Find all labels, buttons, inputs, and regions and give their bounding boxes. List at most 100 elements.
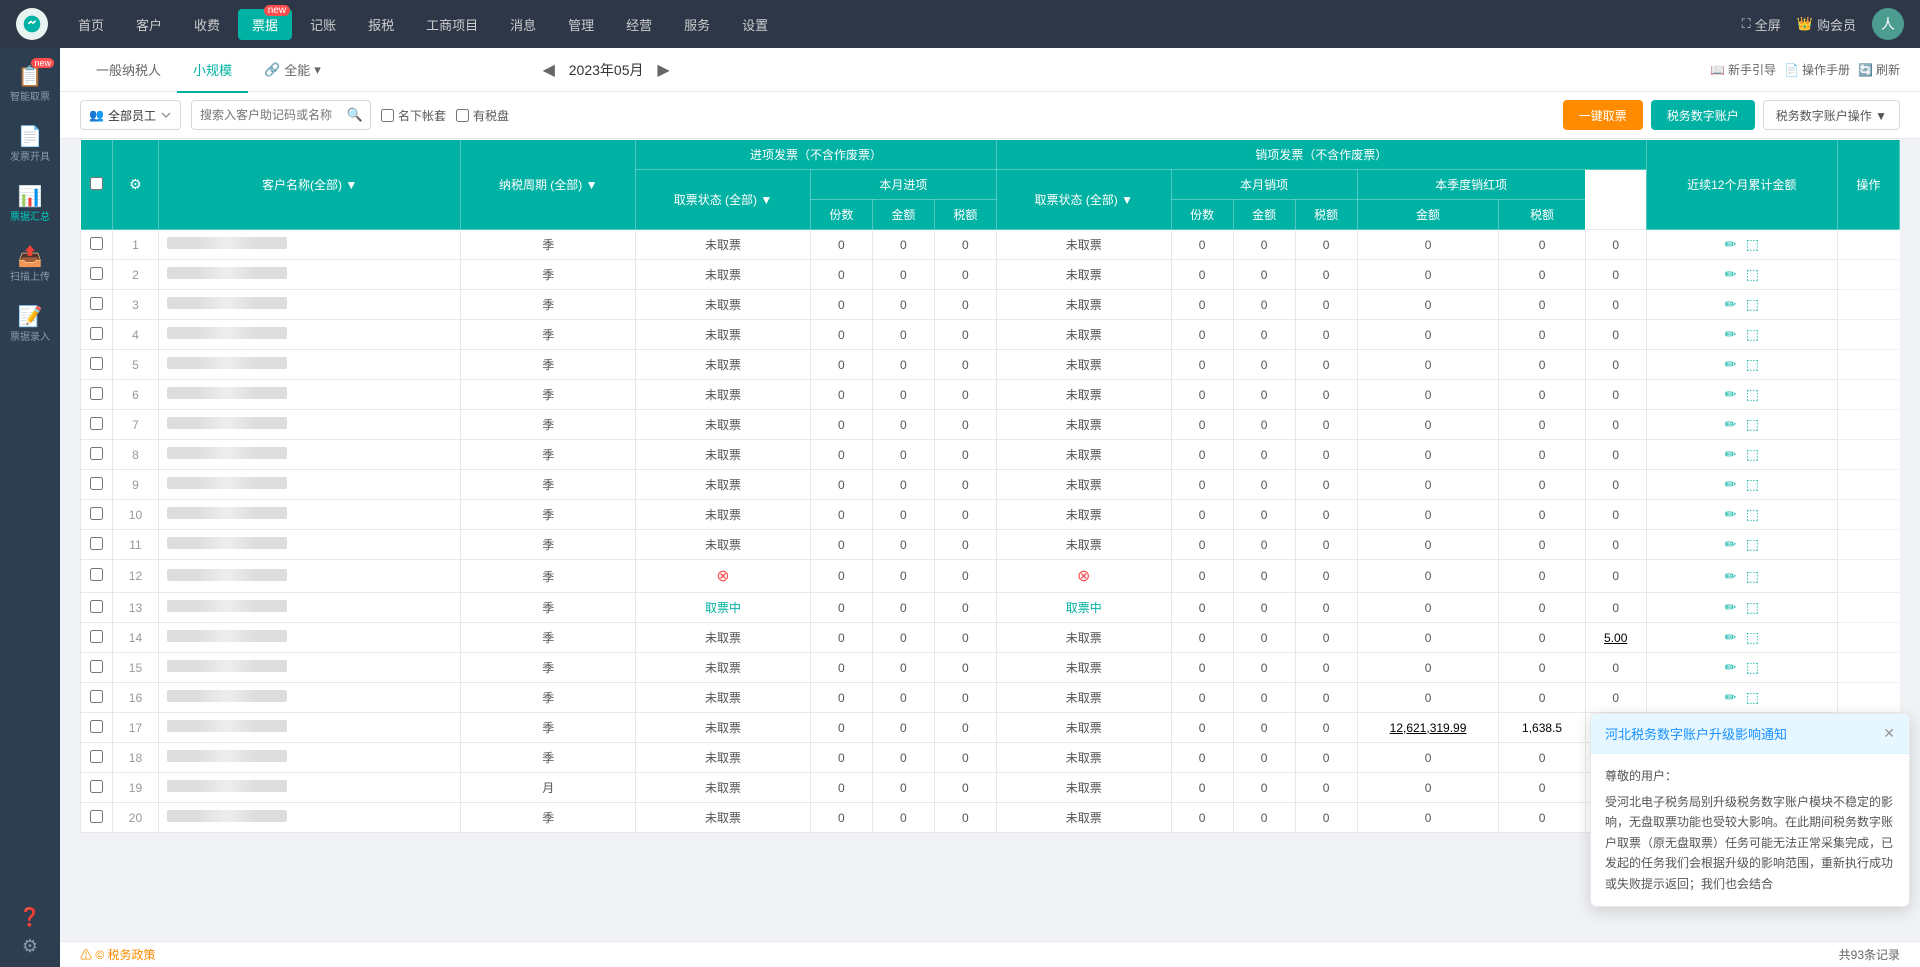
row-select-checkbox[interactable] bbox=[90, 810, 103, 823]
row-select-checkbox[interactable] bbox=[90, 297, 103, 310]
th-client[interactable]: 客户名称(全部) ▼ bbox=[158, 140, 460, 230]
table-row: 13 季 取票中 0 0 0 取票中 0 0 0 0 0 0 ✏ ⬚ bbox=[81, 593, 1900, 623]
ledger-filter-label[interactable]: 名下帐套 bbox=[381, 107, 446, 124]
edit-action-icon[interactable]: ✏ bbox=[1725, 506, 1737, 522]
edit-action-icon[interactable]: ✏ bbox=[1725, 476, 1737, 492]
nav-item-operation[interactable]: 经营 bbox=[612, 9, 666, 40]
edit-action-icon[interactable]: ✏ bbox=[1725, 536, 1737, 552]
tax-plate-filter-label[interactable]: 有税盘 bbox=[456, 107, 509, 124]
row-select-checkbox[interactable] bbox=[90, 477, 103, 490]
new-user-guide-link[interactable]: 📖 新手引导 bbox=[1710, 61, 1776, 78]
ledger-checkbox[interactable] bbox=[381, 109, 394, 122]
copy-action-icon[interactable]: ⬚ bbox=[1746, 446, 1759, 462]
row-select-checkbox[interactable] bbox=[90, 447, 103, 460]
tax-policy-link[interactable]: ⚠ © 税务政策 bbox=[80, 946, 156, 963]
row-select-checkbox[interactable] bbox=[90, 660, 103, 673]
fullscreen-button[interactable]: ⛶ 全屏 bbox=[1742, 15, 1781, 34]
edit-action-icon[interactable]: ✏ bbox=[1725, 659, 1737, 675]
th-sales-status[interactable]: 取票状态 (全部) ▼ bbox=[996, 170, 1171, 230]
nav-item-business[interactable]: 工商项目 bbox=[412, 9, 492, 40]
edit-action-icon[interactable]: ✏ bbox=[1725, 236, 1737, 252]
edit-action-icon[interactable]: ✏ bbox=[1725, 326, 1737, 342]
row-select-checkbox[interactable] bbox=[90, 750, 103, 763]
quick-ticket-button[interactable]: 一键取票 bbox=[1563, 100, 1643, 130]
edit-action-icon[interactable]: ✏ bbox=[1725, 266, 1737, 282]
row-select-checkbox[interactable] bbox=[90, 387, 103, 400]
row-select-checkbox[interactable] bbox=[90, 600, 103, 613]
row-select-checkbox[interactable] bbox=[90, 267, 103, 280]
sidebar-help[interactable]: ❓ bbox=[19, 907, 41, 928]
th-income-status[interactable]: 取票状态 (全部) ▼ bbox=[636, 170, 811, 230]
th-setting[interactable]: ⚙ bbox=[113, 140, 159, 230]
row-select-checkbox[interactable] bbox=[90, 630, 103, 643]
edit-action-icon[interactable]: ✏ bbox=[1725, 629, 1737, 645]
copy-action-icon[interactable]: ⬚ bbox=[1746, 326, 1759, 342]
edit-action-icon[interactable]: ✏ bbox=[1725, 296, 1737, 312]
edit-action-icon[interactable]: ✏ bbox=[1725, 568, 1737, 584]
row-select-checkbox[interactable] bbox=[90, 327, 103, 340]
copy-action-icon[interactable]: ⬚ bbox=[1746, 416, 1759, 432]
refresh-button[interactable]: 🔄 刷新 bbox=[1858, 61, 1900, 78]
sidebar-item-smart-ticket[interactable]: 📋 智能取票 new bbox=[2, 56, 58, 112]
copy-action-icon[interactable]: ⬚ bbox=[1746, 629, 1759, 645]
row-select-checkbox[interactable] bbox=[90, 417, 103, 430]
manual-link[interactable]: 📄 操作手册 bbox=[1784, 61, 1850, 78]
tab-general-taxpayer[interactable]: 一般纳税人 bbox=[80, 48, 177, 93]
member-button[interactable]: 👑 购会员 bbox=[1797, 15, 1856, 34]
edit-action-icon[interactable]: ✏ bbox=[1725, 356, 1737, 372]
tax-plate-checkbox[interactable] bbox=[456, 109, 469, 122]
nav-item-invoice[interactable]: 票据 new bbox=[238, 9, 292, 40]
search-input[interactable] bbox=[191, 100, 371, 130]
copy-action-icon[interactable]: ⬚ bbox=[1746, 536, 1759, 552]
prev-month-button[interactable]: ◀ bbox=[537, 58, 561, 82]
edit-action-icon[interactable]: ✏ bbox=[1725, 446, 1737, 462]
tab-small-scale[interactable]: 小规模 bbox=[177, 48, 248, 93]
copy-action-icon[interactable]: ⬚ bbox=[1746, 236, 1759, 252]
user-avatar[interactable]: 人 bbox=[1872, 8, 1904, 40]
edit-action-icon[interactable]: ✏ bbox=[1725, 689, 1737, 705]
tax-account-ops-button[interactable]: 税务数字账户操作 ▼ bbox=[1763, 100, 1900, 130]
copy-action-icon[interactable]: ⬚ bbox=[1746, 476, 1759, 492]
next-month-button[interactable]: ▶ bbox=[651, 58, 675, 82]
copy-action-icon[interactable]: ⬚ bbox=[1746, 506, 1759, 522]
row-select-checkbox[interactable] bbox=[90, 507, 103, 520]
employee-filter[interactable]: 👥 全部员工 bbox=[80, 100, 181, 130]
row-select-checkbox[interactable] bbox=[90, 720, 103, 733]
sidebar-settings[interactable]: ⚙ bbox=[22, 936, 38, 957]
sidebar-item-invoice-summary[interactable]: 📊 票据汇总 bbox=[2, 176, 58, 232]
sidebar-item-open-invoice[interactable]: 📄 发票开具 bbox=[2, 116, 58, 172]
row-select-checkbox[interactable] bbox=[90, 690, 103, 703]
nav-item-settings[interactable]: 设置 bbox=[728, 9, 782, 40]
copy-action-icon[interactable]: ⬚ bbox=[1746, 689, 1759, 705]
nav-item-client[interactable]: 客户 bbox=[122, 9, 176, 40]
nav-item-service[interactable]: 服务 bbox=[670, 9, 724, 40]
sidebar-item-invoice-entry[interactable]: 📝 票据录入 bbox=[2, 296, 58, 352]
tab-all[interactable]: 🔗 全能 ▾ bbox=[248, 48, 337, 93]
edit-action-icon[interactable]: ✏ bbox=[1725, 599, 1737, 615]
nav-item-accounting[interactable]: 记账 bbox=[296, 9, 350, 40]
nav-item-home[interactable]: 首页 bbox=[64, 9, 118, 40]
row-select-checkbox[interactable] bbox=[90, 357, 103, 370]
copy-action-icon[interactable]: ⬚ bbox=[1746, 266, 1759, 282]
copy-action-icon[interactable]: ⬚ bbox=[1746, 296, 1759, 312]
nav-item-manage[interactable]: 管理 bbox=[554, 9, 608, 40]
th-tax-period[interactable]: 纳税周期 (全部) ▼ bbox=[461, 140, 636, 230]
tax-account-button[interactable]: 税务数字账户 bbox=[1651, 100, 1755, 130]
copy-action-icon[interactable]: ⬚ bbox=[1746, 568, 1759, 584]
row-select-checkbox[interactable] bbox=[90, 537, 103, 550]
copy-action-icon[interactable]: ⬚ bbox=[1746, 356, 1759, 372]
nav-item-fee[interactable]: 收费 bbox=[180, 9, 234, 40]
nav-item-tax[interactable]: 报税 bbox=[354, 9, 408, 40]
edit-action-icon[interactable]: ✏ bbox=[1725, 386, 1737, 402]
row-select-checkbox[interactable] bbox=[90, 237, 103, 250]
nav-item-message[interactable]: 消息 bbox=[496, 9, 550, 40]
row-select-checkbox[interactable] bbox=[90, 568, 103, 581]
select-all-checkbox[interactable] bbox=[90, 177, 103, 190]
sidebar-item-scan-upload[interactable]: 📤 扫描上传 bbox=[2, 236, 58, 292]
copy-action-icon[interactable]: ⬚ bbox=[1746, 386, 1759, 402]
copy-action-icon[interactable]: ⬚ bbox=[1746, 659, 1759, 675]
copy-action-icon[interactable]: ⬚ bbox=[1746, 599, 1759, 615]
row-select-checkbox[interactable] bbox=[90, 780, 103, 793]
notification-close-button[interactable]: ✕ bbox=[1883, 725, 1895, 742]
edit-action-icon[interactable]: ✏ bbox=[1725, 416, 1737, 432]
